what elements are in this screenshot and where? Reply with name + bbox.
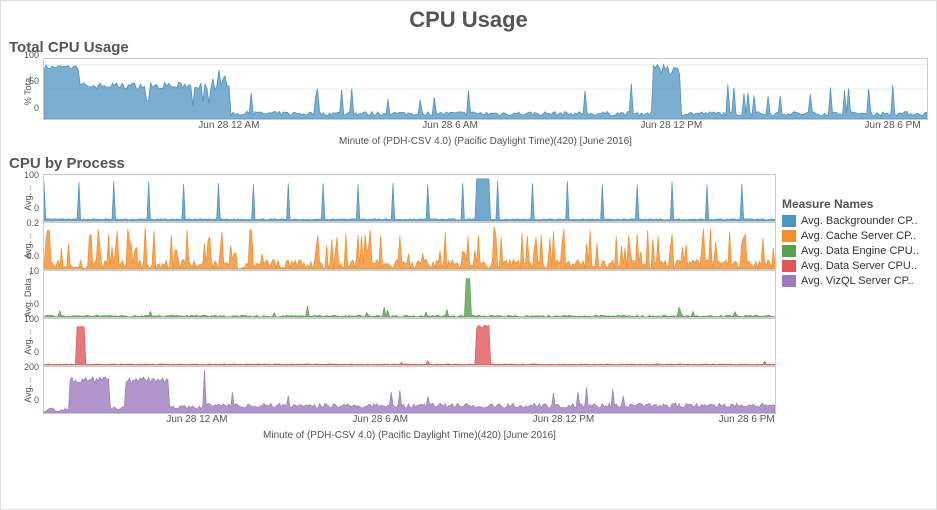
process-chart-row[interactable] (43, 174, 776, 222)
process-chart-row[interactable] (43, 318, 776, 366)
y-tick: 0.2 (26, 218, 39, 228)
legend: Measure Names Avg. Backgrounder CP.. Avg.… (782, 197, 930, 290)
y-tick: 0 (34, 299, 39, 309)
y-tick: 10 (29, 266, 39, 276)
total-chart-area: % Tota.. 0 50 100 (43, 58, 928, 120)
x-tick: Jun 28 6 AM (352, 414, 408, 425)
total-chart[interactable] (43, 58, 928, 120)
total-x-axis: Jun 28 12 AM Jun 28 6 AM Jun 28 12 PM Ju… (43, 120, 928, 134)
process-y-ticks: 0100 (15, 174, 41, 222)
y-tick: 100 (24, 170, 39, 180)
legend-label: Avg. Backgrounder CP.. (801, 215, 917, 227)
legend-item[interactable]: Avg. Cache Server CP.. (782, 230, 930, 242)
process-plot (44, 319, 775, 365)
legend-item[interactable]: Avg. VizQL Server CP.. (782, 275, 930, 287)
process-chart-row[interactable] (43, 270, 776, 318)
process-plot (44, 367, 775, 413)
y-tick: 0 (34, 103, 39, 113)
legend-swatch (782, 245, 796, 257)
process-plot (44, 271, 775, 317)
process-x-axis: Jun 28 12 AM Jun 28 6 AM Jun 28 12 PM Ju… (43, 414, 776, 428)
process-x-title: Minute of (PDH-CSV 4.0) (Pacific Dayligh… (43, 428, 776, 447)
legend-item[interactable]: Avg. Backgrounder CP.. (782, 215, 930, 227)
legend-swatch (782, 230, 796, 242)
legend-label: Avg. Data Server CPU.. (801, 260, 917, 272)
page-title: CPU Usage (1, 1, 936, 37)
x-tick: Jun 28 12 PM (533, 414, 595, 425)
y-tick: 0.0 (26, 251, 39, 261)
legend-swatch (782, 215, 796, 227)
process-plot (44, 223, 775, 269)
legend-swatch (782, 260, 796, 272)
y-tick: 0 (34, 347, 39, 357)
process-y-ticks: 0100 (15, 318, 41, 366)
legend-item[interactable]: Avg. Data Server CPU.. (782, 260, 930, 272)
y-tick: 0 (34, 395, 39, 405)
legend-swatch (782, 275, 796, 287)
y-tick: 0 (34, 203, 39, 213)
legend-label: Avg. VizQL Server CP.. (801, 275, 914, 287)
y-tick: 100 (24, 50, 39, 60)
process-y-ticks: 0.00.2 (15, 222, 41, 270)
legend-label: Avg. Cache Server CP.. (801, 230, 916, 242)
legend-title: Measure Names (782, 197, 930, 211)
y-tick: 200 (24, 362, 39, 372)
process-chart-row[interactable] (43, 222, 776, 270)
x-tick: Jun 28 12 AM (166, 414, 227, 425)
x-tick: Jun 28 6 PM (865, 120, 921, 131)
x-tick: Jun 28 12 PM (640, 120, 702, 131)
y-tick: 50 (29, 76, 39, 86)
total-plot (44, 59, 927, 119)
total-y-ticks: 0 50 100 (15, 58, 41, 120)
process-y-ticks: 0200 (15, 366, 41, 414)
x-tick: Jun 28 6 PM (719, 414, 775, 425)
total-x-title: Minute of (PDH-CSV 4.0) (Pacific Dayligh… (43, 134, 928, 153)
legend-label: Avg. Data Engine CPU.. (801, 245, 919, 257)
y-tick: 100 (24, 314, 39, 324)
process-chart-area: Avg. ..0100Avg. ..0.00.2Avg. Data ..010A… (43, 174, 776, 414)
section-total-title: Total CPU Usage (1, 37, 936, 58)
legend-item[interactable]: Avg. Data Engine CPU.. (782, 245, 930, 257)
x-tick: Jun 28 12 AM (198, 120, 259, 131)
process-chart-row[interactable] (43, 366, 776, 414)
process-y-ticks: 010 (15, 270, 41, 318)
process-plot (44, 175, 775, 221)
section-process-title: CPU by Process (1, 153, 936, 174)
x-tick: Jun 28 6 AM (422, 120, 478, 131)
